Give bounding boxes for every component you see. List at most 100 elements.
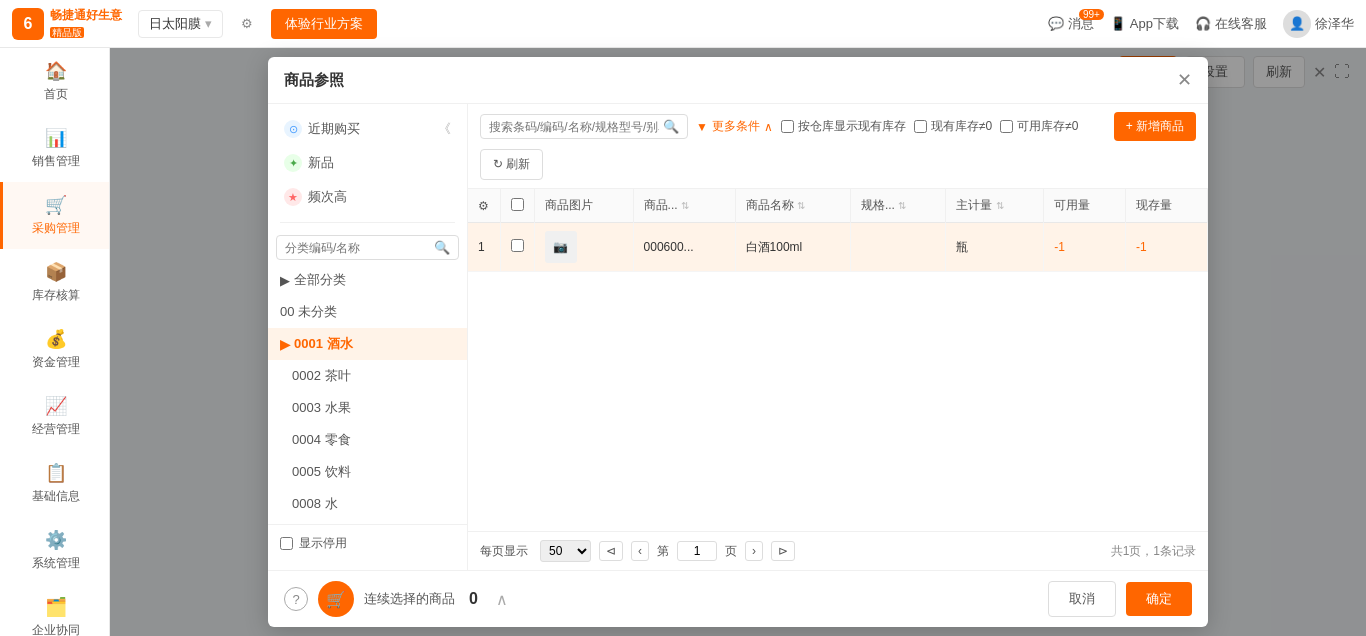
prev-page-button[interactable]: ‹ (631, 541, 649, 561)
row-unit: 瓶 (946, 223, 1044, 272)
page-label: 第 (657, 543, 669, 560)
col-unit[interactable]: 主计量 ⇅ (946, 189, 1044, 223)
modal-overlay: 商品参照 ✕ ⊙ 近期购买 《 ✦ 新品 (110, 48, 1366, 636)
app-download-btn[interactable]: 📱 App下载 (1110, 15, 1179, 33)
check-stock-nonzero[interactable]: 现有库存≠0 (914, 118, 992, 135)
sidebar-item-sales[interactable]: 📊 销售管理 (0, 115, 109, 182)
help-button[interactable]: ? (284, 587, 308, 611)
sidebar-item-label: 首页 (44, 86, 68, 103)
footer-collapse-icon[interactable]: ∧ (496, 590, 508, 609)
row-code: 000600... (633, 223, 735, 272)
modal-close-button[interactable]: ✕ (1177, 69, 1192, 91)
show-disabled-label: 显示停用 (299, 535, 347, 552)
col-checkbox (500, 189, 534, 223)
sidebar-item-purchase[interactable]: 🛒 采购管理 (0, 182, 109, 249)
cancel-button[interactable]: 取消 (1048, 581, 1116, 617)
messages-btn[interactable]: 💬 消息 99+ (1048, 15, 1094, 33)
col-settings[interactable]: ⚙ (468, 189, 500, 223)
category-label: 0008 水 (292, 495, 338, 513)
logo: 6 畅捷通好生意 精品版 (12, 7, 122, 40)
message-icon: 💬 (1048, 16, 1064, 31)
store-selector[interactable]: 日太阳膜 ▾ (138, 10, 223, 38)
search-icon[interactable]: 🔍 (663, 119, 679, 134)
collapse-icon[interactable]: 《 (438, 120, 451, 138)
finance-icon: 💰 (45, 328, 67, 350)
sidebar-item-info[interactable]: 📋 基础信息 (0, 450, 109, 517)
col-image: 商品图片 (534, 189, 633, 223)
inventory-icon: 📦 (45, 261, 67, 283)
user-menu[interactable]: 👤 徐泽华 (1283, 10, 1354, 38)
cart-icon-button[interactable]: 🛒 (318, 581, 354, 617)
freq-icon: ★ (284, 188, 302, 206)
row-checkbox[interactable] (511, 239, 524, 252)
product-modal: 商品参照 ✕ ⊙ 近期购买 《 ✦ 新品 (268, 57, 1208, 627)
headset-icon: 🎧 (1195, 16, 1211, 31)
next-page-button[interactable]: › (745, 541, 763, 561)
settings-icon[interactable]: ⚙ (231, 8, 263, 40)
category-label: 0005 饮料 (292, 463, 351, 481)
all-categories-label: 全部分类 (294, 271, 346, 289)
recent-purchase-item[interactable]: ⊙ 近期购买 《 (272, 112, 463, 146)
row-checkbox-cell[interactable] (500, 223, 534, 272)
trial-button[interactable]: 体验行业方案 (271, 9, 377, 39)
col-spec[interactable]: 规格... ⇅ (850, 189, 945, 223)
category-item-00[interactable]: 00 未分类 (268, 296, 467, 328)
filter-label: 更多条件 (712, 118, 760, 135)
search-icon[interactable]: 🔍 (434, 240, 450, 255)
col-name[interactable]: 商品名称 ⇅ (735, 189, 850, 223)
category-item-0005[interactable]: 0005 饮料 (268, 456, 467, 488)
page-input[interactable] (677, 541, 717, 561)
check-available-nonzero[interactable]: 可用库存≠0 (1000, 118, 1078, 135)
sidebar-item-label: 企业协同 (32, 622, 80, 636)
arrow-right-icon: ▶ (280, 273, 290, 288)
new-product-item[interactable]: ✦ 新品 (272, 146, 463, 180)
confirm-button[interactable]: 确定 (1126, 582, 1192, 616)
store-name: 日太阳膜 (149, 15, 201, 33)
sidebar-item-management[interactable]: 📈 经营管理 (0, 383, 109, 450)
modal-header: 商品参照 ✕ (268, 57, 1208, 104)
more-filter-button[interactable]: ▼ 更多条件 ∧ (696, 118, 773, 135)
category-item-0004[interactable]: 0004 零食 (268, 424, 467, 456)
select-all-checkbox[interactable] (511, 198, 524, 211)
add-product-button[interactable]: + 新增商品 (1114, 112, 1196, 141)
sidebar-item-system[interactable]: ⚙️ 系统管理 (0, 517, 109, 584)
sidebar-item-label: 库存核算 (32, 287, 80, 304)
check-by-warehouse[interactable]: 按仓库显示现有库存 (781, 118, 906, 135)
col-code[interactable]: 商品... ⇅ (633, 189, 735, 223)
sidebar-item-home[interactable]: 🏠 首页 (0, 48, 109, 115)
sidebar-item-label: 资金管理 (32, 354, 80, 371)
row-img: 📷 (534, 223, 633, 272)
category-label: 0001 酒水 (294, 335, 353, 353)
row-num: 1 (468, 223, 500, 272)
new-label: 新品 (308, 154, 334, 172)
table-refresh-button[interactable]: ↻ 刷新 (480, 149, 543, 180)
available-nonzero-checkbox[interactable] (1000, 120, 1013, 133)
category-item-0003[interactable]: 0003 水果 (268, 392, 467, 424)
by-warehouse-checkbox[interactable] (781, 120, 794, 133)
row-spec (850, 223, 945, 272)
sidebar-item-inventory[interactable]: 📦 库存核算 (0, 249, 109, 316)
message-badge: 99+ (1079, 9, 1104, 20)
stock-nonzero-checkbox[interactable] (914, 120, 927, 133)
sidebar-item-finance[interactable]: 💰 资金管理 (0, 316, 109, 383)
show-disabled-checkbox[interactable] (280, 537, 293, 550)
product-search-input[interactable] (489, 120, 659, 134)
online-service-btn[interactable]: 🎧 在线客服 (1195, 15, 1267, 33)
product-table-wrap: ⚙ 商品图片 商品... ⇅ 商品名称 ⇅ 规格... ⇅ 主计量 ⇅ 可用量 (468, 189, 1208, 531)
all-categories-item[interactable]: ▶ 全部分类 (268, 264, 467, 296)
modal-title: 商品参照 (284, 71, 344, 90)
category-item-0008[interactable]: 0008 水 (268, 488, 467, 520)
first-page-button[interactable]: ⊲ (599, 541, 623, 561)
left-panel: ⊙ 近期购买 《 ✦ 新品 ★ 频次高 (268, 104, 468, 570)
pagination: 每页显示 50 10 20 100 ⊲ ‹ 第 页 (468, 531, 1208, 570)
last-page-button[interactable]: ⊳ (771, 541, 795, 561)
per-page-select[interactable]: 50 10 20 100 (540, 540, 591, 562)
table-row[interactable]: 1 📷 000600... 白酒100ml 瓶 -1 -1 (468, 223, 1208, 272)
recent-icon: ⊙ (284, 120, 302, 138)
row-stock: -1 (1126, 223, 1208, 272)
freq-item[interactable]: ★ 频次高 (272, 180, 463, 214)
sidebar-item-collab[interactable]: 🗂️ 企业协同 (0, 584, 109, 636)
category-item-0001[interactable]: ▶ 0001 酒水 (268, 328, 467, 360)
category-item-0002[interactable]: 0002 茶叶 (268, 360, 467, 392)
category-search-input[interactable] (285, 241, 434, 255)
